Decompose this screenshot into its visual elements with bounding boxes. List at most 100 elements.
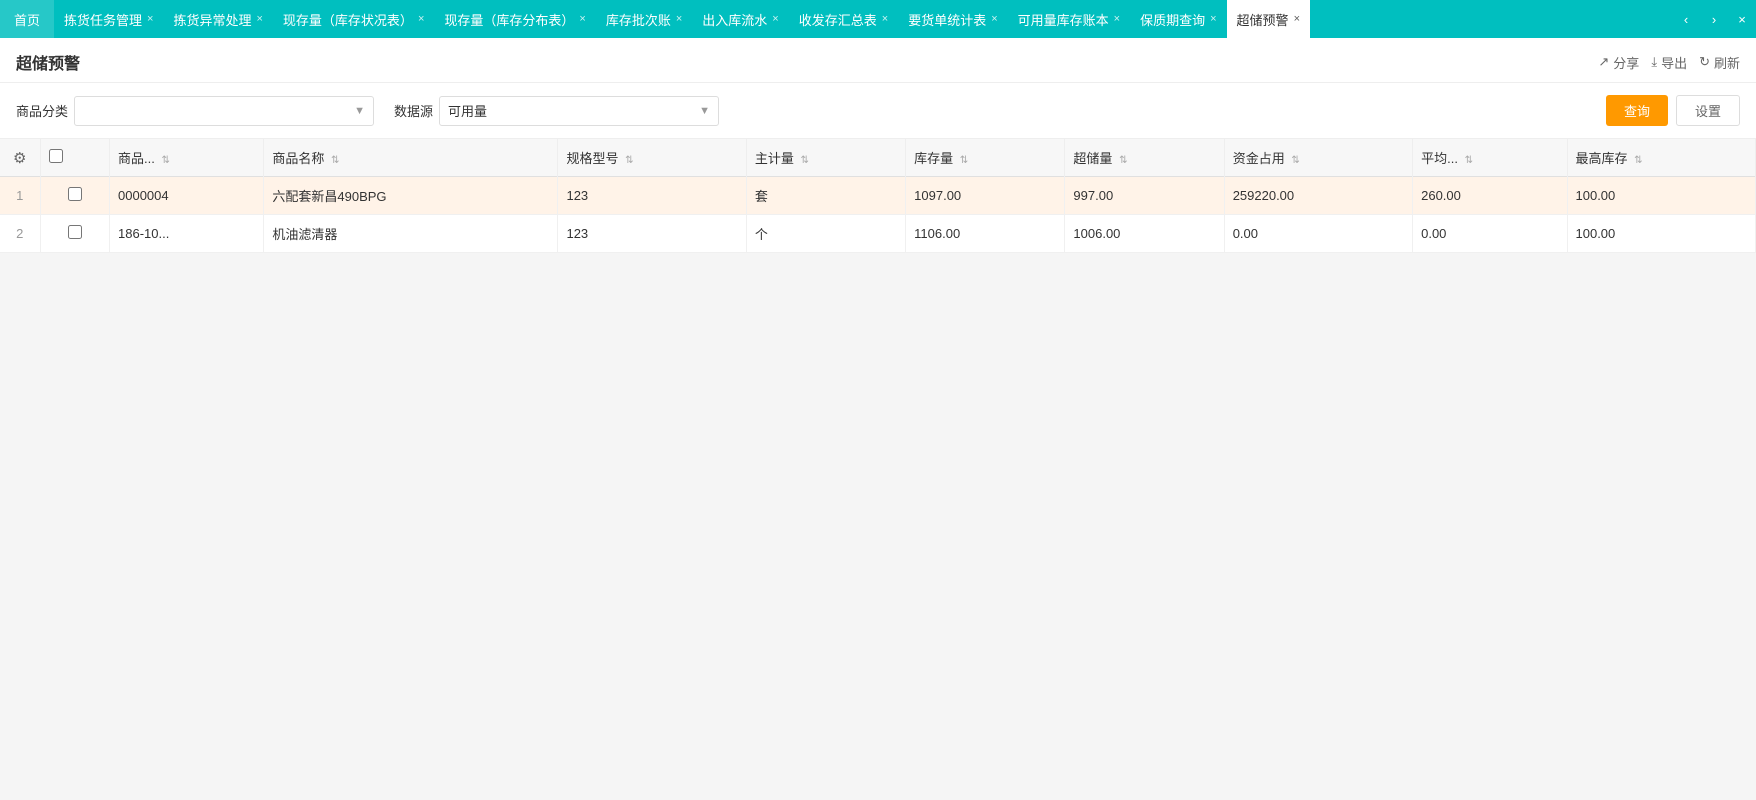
- row-code-1: 186-10...: [110, 215, 264, 253]
- col-spec-sort-icon: ⇅: [625, 155, 633, 166]
- filter-buttons: 查询 设置: [1606, 95, 1740, 126]
- nav-tab-0-close[interactable]: ×: [147, 13, 153, 25]
- nav-tab-9-close[interactable]: ×: [1210, 13, 1216, 25]
- row-checkbox-0[interactable]: [68, 187, 82, 201]
- nav-tab-4-close[interactable]: ×: [676, 13, 682, 25]
- nav-tab-8-label: 可用量库存账本: [1018, 10, 1109, 29]
- col-name-header[interactable]: 商品名称 ⇅: [264, 139, 558, 177]
- row-avg-0: 260.00: [1413, 177, 1567, 215]
- col-unit-sort-icon: ⇅: [801, 155, 809, 166]
- col-spec-label: 规格型号: [566, 151, 618, 166]
- nav-tab-1[interactable]: 拣货异常处理 ×: [163, 0, 272, 38]
- col-stock-sort-icon: ⇅: [960, 155, 968, 166]
- row-num-1: 2: [0, 215, 40, 253]
- nav-tab-5-label: 出入库流水: [702, 10, 767, 29]
- col-overflow-header[interactable]: 超储量 ⇅: [1065, 139, 1224, 177]
- refresh-button[interactable]: ↻ 刷新: [1699, 53, 1740, 72]
- col-max-stock-label: 最高库存: [1576, 151, 1628, 166]
- row-avg-1: 0.00: [1413, 215, 1567, 253]
- col-stock-label: 库存量: [914, 151, 953, 166]
- select-all-checkbox[interactable]: [49, 149, 63, 163]
- row-stock-0: 1097.00: [906, 177, 1065, 215]
- row-capital-0: 259220.00: [1224, 177, 1412, 215]
- row-code-0: 0000004: [110, 177, 264, 215]
- nav-tab-7-close[interactable]: ×: [991, 13, 997, 25]
- col-capital-header[interactable]: 资金占用 ⇅: [1224, 139, 1412, 177]
- nav-tab-1-close[interactable]: ×: [256, 13, 262, 25]
- nav-tab-10-close[interactable]: ×: [1294, 13, 1300, 25]
- filter-bar: 商品分类 ▼ 数据源 可用量 ▼ 查询 设置: [0, 83, 1756, 139]
- col-max-stock-header[interactable]: 最高库存 ⇅: [1567, 139, 1756, 177]
- col-capital-label: 资金占用: [1233, 151, 1285, 166]
- col-spec-header[interactable]: 规格型号 ⇅: [558, 139, 746, 177]
- nav-home-label: 首页: [14, 10, 40, 29]
- export-label: 导出: [1661, 53, 1687, 72]
- nav-close-button[interactable]: ×: [1728, 0, 1756, 38]
- nav-tab-3[interactable]: 现存量（库存分布表） ×: [434, 0, 595, 38]
- nav-tab-8-close[interactable]: ×: [1114, 13, 1120, 25]
- query-button[interactable]: 查询: [1606, 95, 1668, 126]
- nav-tab-0[interactable]: 拣货任务管理 ×: [54, 0, 163, 38]
- nav-tab-10[interactable]: 超储预警 ×: [1227, 0, 1310, 38]
- col-avg-header[interactable]: 平均... ⇅: [1413, 139, 1567, 177]
- share-label: 分享: [1613, 53, 1639, 72]
- row-checkbox-1[interactable]: [68, 225, 82, 239]
- row-name-0: 六配套新昌490BPG: [264, 177, 558, 215]
- nav-tab-2-close[interactable]: ×: [418, 13, 424, 25]
- datasource-filter: 数据源 可用量 ▼: [394, 96, 719, 126]
- top-nav: 首页 拣货任务管理 × 拣货异常处理 × 现存量（库存状况表） × 现存量（库存…: [0, 0, 1756, 38]
- nav-tab-6-close[interactable]: ×: [882, 13, 888, 25]
- refresh-label: 刷新: [1714, 53, 1740, 72]
- col-stock-header[interactable]: 库存量 ⇅: [906, 139, 1065, 177]
- nav-next-button[interactable]: ›: [1700, 0, 1728, 38]
- col-code-label: 商品...: [118, 151, 155, 166]
- row-overflow-1: 1006.00: [1065, 215, 1224, 253]
- col-settings-header[interactable]: ⚙: [0, 139, 40, 177]
- nav-prev-button[interactable]: ‹: [1672, 0, 1700, 38]
- col-overflow-sort-icon: ⇅: [1119, 155, 1127, 166]
- nav-tab-5[interactable]: 出入库流水 ×: [692, 0, 788, 38]
- table-row: 2 186-10... 机油滤清器 123 个 1106.00 1006.00 …: [0, 215, 1756, 253]
- page-title: 超储预警: [16, 50, 80, 74]
- datasource-label: 数据源: [394, 101, 433, 120]
- row-spec-1: 123: [558, 215, 746, 253]
- datasource-select-arrow: ▼: [699, 105, 710, 117]
- col-checkbox-header[interactable]: [40, 139, 110, 177]
- nav-tab-9[interactable]: 保质期查询 ×: [1130, 0, 1226, 38]
- category-select[interactable]: ▼: [74, 96, 374, 126]
- nav-tab-8[interactable]: 可用量库存账本 ×: [1008, 0, 1130, 38]
- export-button[interactable]: ⤓ 导出: [1651, 53, 1687, 72]
- row-checkbox-cell-1[interactable]: [40, 215, 110, 253]
- nav-tab-10-label: 超储预警: [1237, 10, 1289, 29]
- share-button[interactable]: ↗ 分享: [1598, 53, 1639, 72]
- nav-tab-1-label: 拣货异常处理: [173, 10, 251, 29]
- category-filter: 商品分类 ▼: [16, 96, 374, 126]
- nav-home[interactable]: 首页: [0, 0, 54, 38]
- nav-tab-7-label: 要货单统计表: [908, 10, 986, 29]
- nav-tab-9-label: 保质期查询: [1140, 10, 1205, 29]
- nav-tab-4[interactable]: 库存批次账 ×: [596, 0, 692, 38]
- nav-tab-0-label: 拣货任务管理: [64, 10, 142, 29]
- nav-tab-3-close[interactable]: ×: [579, 13, 585, 25]
- export-icon: ⤓: [1651, 54, 1657, 70]
- row-checkbox-cell-0[interactable]: [40, 177, 110, 215]
- col-unit-label: 主计量: [755, 151, 794, 166]
- nav-tab-7[interactable]: 要货单统计表 ×: [898, 0, 1007, 38]
- col-code-header[interactable]: 商品... ⇅: [110, 139, 264, 177]
- settings-icon: ⚙: [13, 150, 26, 167]
- col-unit-header[interactable]: 主计量 ⇅: [746, 139, 905, 177]
- page-header: 超储预警 ↗ 分享 ⤓ 导出 ↻ 刷新: [0, 38, 1756, 83]
- nav-arrows: ‹ › ×: [1672, 0, 1756, 38]
- nav-tab-5-close[interactable]: ×: [772, 13, 778, 25]
- col-avg-sort-icon: ⇅: [1465, 155, 1473, 166]
- settings-button[interactable]: 设置: [1676, 95, 1740, 126]
- datasource-select[interactable]: 可用量 ▼: [439, 96, 719, 126]
- nav-tab-3-label: 现存量（库存分布表）: [444, 10, 574, 29]
- nav-tab-6[interactable]: 收发存汇总表 ×: [789, 0, 898, 38]
- nav-tab-6-label: 收发存汇总表: [799, 10, 877, 29]
- row-stock-1: 1106.00: [906, 215, 1065, 253]
- row-name-1: 机油滤清器: [264, 215, 558, 253]
- row-num-0: 1: [0, 177, 40, 215]
- table-row: 1 0000004 六配套新昌490BPG 123 套 1097.00 997.…: [0, 177, 1756, 215]
- nav-tab-2[interactable]: 现存量（库存状况表） ×: [273, 0, 434, 38]
